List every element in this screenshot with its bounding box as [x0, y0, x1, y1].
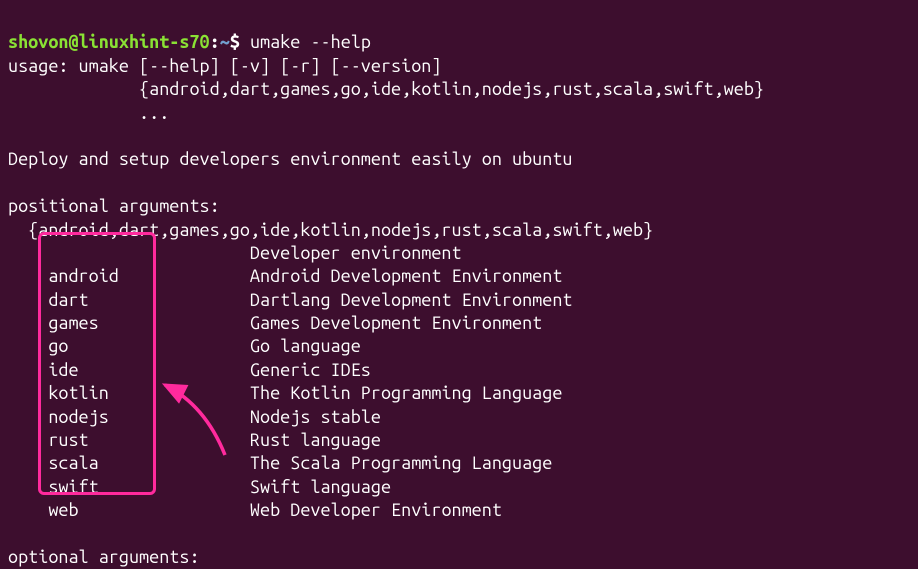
- arg-row: web Web Developer Environment: [8, 500, 502, 520]
- developer-env-label: Developer environment: [8, 243, 462, 263]
- usage-line-1: usage: umake [--help] [-v] [-r] [--versi…: [8, 56, 441, 76]
- positional-header: positional arguments:: [8, 196, 220, 216]
- arg-desc: Games Development Environment: [250, 313, 542, 333]
- arg-row: nodejs Nodejs stable: [8, 407, 381, 427]
- arg-key: swift: [8, 477, 250, 497]
- usage-line-2: {android,dart,games,go,ide,kotlin,nodejs…: [8, 79, 764, 99]
- optional-header: optional arguments:: [8, 547, 200, 567]
- arg-desc: The Kotlin Programming Language: [250, 383, 562, 403]
- arg-row: scala The Scala Programming Language: [8, 453, 552, 473]
- arg-desc: Go language: [250, 336, 361, 356]
- usage-line-3: ...: [8, 103, 169, 123]
- arg-row: go Go language: [8, 336, 361, 356]
- description-text: Deploy and setup developers environment …: [8, 149, 572, 169]
- positional-choices: {android,dart,games,go,ide,kotlin,nodejs…: [8, 220, 653, 240]
- arg-key: go: [8, 336, 250, 356]
- prompt-user: shovon@linuxhint-s70: [8, 32, 210, 52]
- arg-key: android: [8, 266, 250, 286]
- arg-desc: Generic IDEs: [250, 360, 371, 380]
- command-text: umake --help: [250, 32, 371, 52]
- arg-key: dart: [8, 290, 250, 310]
- arg-key: rust: [8, 430, 250, 450]
- arg-desc: Rust language: [250, 430, 381, 450]
- terminal-output: shovon@linuxhint-s70:~$ umake --help usa…: [8, 8, 910, 569]
- arg-key: kotlin: [8, 383, 250, 403]
- arg-key: web: [8, 500, 250, 520]
- prompt-dollar: $: [230, 32, 250, 52]
- arg-desc: Nodejs stable: [250, 407, 381, 427]
- arg-row: games Games Development Environment: [8, 313, 542, 333]
- arg-desc: Web Developer Environment: [250, 500, 502, 520]
- arg-row: ide Generic IDEs: [8, 360, 371, 380]
- arg-desc: Swift language: [250, 477, 391, 497]
- arg-desc: Dartlang Development Environment: [250, 290, 573, 310]
- arg-desc: The Scala Programming Language: [250, 453, 552, 473]
- arg-row: rust Rust language: [8, 430, 381, 450]
- prompt-colon: :: [210, 32, 220, 52]
- prompt-path: ~: [220, 32, 230, 52]
- arg-key: scala: [8, 453, 250, 473]
- arg-row: kotlin The Kotlin Programming Language: [8, 383, 562, 403]
- arg-row: swift Swift language: [8, 477, 391, 497]
- arg-key: ide: [8, 360, 250, 380]
- arg-row: dart Dartlang Development Environment: [8, 290, 572, 310]
- arg-row: android Android Development Environment: [8, 266, 562, 286]
- arg-key: games: [8, 313, 250, 333]
- arg-key: nodejs: [8, 407, 250, 427]
- arg-desc: Android Development Environment: [250, 266, 562, 286]
